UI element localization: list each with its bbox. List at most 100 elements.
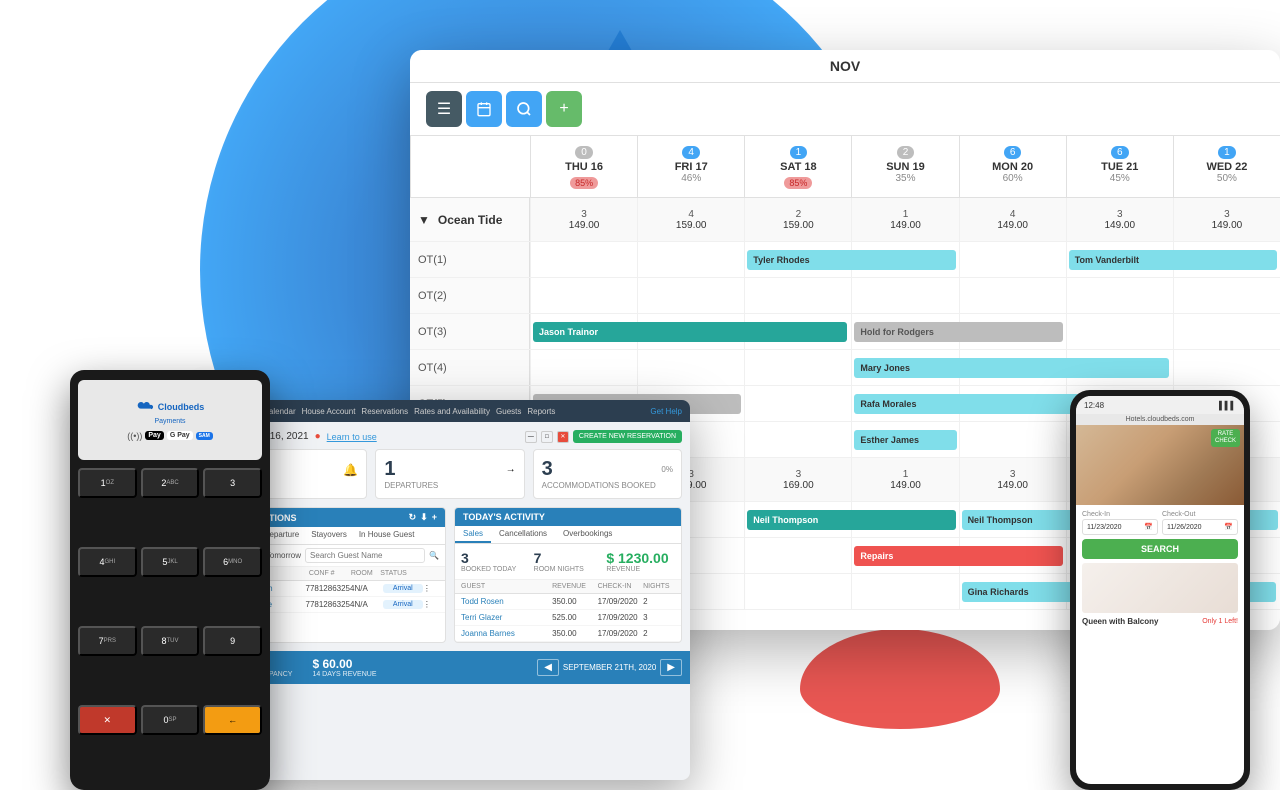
checkout-input[interactable]: 11/26/2020 📅 (1162, 519, 1238, 535)
act-revenue-terri: 525.00 (552, 613, 598, 622)
calendar-days-header: 0 THU 16 85% 4 FRI 17 46% 1 SAT 18 85% 2… (410, 136, 1280, 198)
action-erik[interactable]: ⋮ (423, 600, 439, 609)
cell-ot2-sun19 (851, 278, 958, 313)
key-7[interactable]: 7PRS (78, 626, 137, 656)
create-reservation-button[interactable]: CREATE NEW RESERVATION (573, 430, 682, 443)
act-guest-terri[interactable]: Terri Glazer (461, 613, 552, 622)
tab-in-house[interactable]: In House Guest (353, 527, 421, 544)
cloudbeds-cloud-icon (136, 400, 156, 414)
cell-ot2-wed22 (1173, 278, 1280, 313)
checkout-date-value: 11/26/2020 (1167, 524, 1202, 531)
conf-erik: 77812863254 (306, 600, 355, 609)
occ-badge-sat18: 85% (784, 177, 812, 189)
reservation-repairs[interactable]: Repairs (854, 546, 1062, 566)
pms-nav-rates[interactable]: Rates and Availability (414, 407, 490, 416)
key-3[interactable]: 3 (203, 468, 262, 498)
act-revenue-todd: 350.00 (552, 597, 598, 606)
key-6[interactable]: 6MNO (203, 547, 262, 577)
day-name-sun19: SUN 19 (856, 161, 954, 173)
activity-tab-overbookings[interactable]: Overbookings (555, 526, 620, 543)
cell-ot4-thu16 (530, 350, 637, 385)
accommodations-stat-card: 3 0% ACCOMMODATIONS BOOKED (533, 449, 682, 499)
departures-arrow-icon[interactable]: → (506, 464, 516, 475)
pms-close-btn[interactable]: ✕ (557, 431, 569, 443)
reservations-refresh-icon[interactable]: ↻ (409, 512, 417, 523)
day-pct-mon20: 60% (964, 173, 1062, 184)
cell-ot1-mon20 (959, 242, 1066, 277)
pms-minimize-btn[interactable]: — (525, 431, 537, 443)
cell-ot4-sat18 (744, 350, 851, 385)
action-emmy[interactable]: ⋮ (423, 584, 439, 593)
key-1[interactable]: 1OZ (78, 468, 137, 498)
key-2[interactable]: 2ABC (141, 468, 200, 498)
checkin-field: Check-In 11/23/2020 📅 (1082, 511, 1158, 535)
mobile-time: 12:48 (1084, 401, 1104, 410)
pms-status-indicator: ● (315, 431, 321, 442)
calendar-toolbar: ☰ + (410, 83, 1280, 136)
menu-button[interactable]: ☰ (426, 91, 462, 127)
cell-ot3-wed22 (1173, 314, 1280, 349)
key-cancel[interactable]: ✕ (78, 705, 137, 735)
stat-booked-today: 3 BOOKED TODAY (461, 550, 530, 573)
guest-search-input[interactable] (305, 548, 425, 563)
day-pct-fri17: 46% (642, 173, 740, 184)
pms-maximize-btn[interactable]: □ (541, 431, 553, 443)
cell-ot2-mon20 (959, 278, 1066, 313)
day-col-mon20: 6 MON 20 60% (959, 136, 1066, 197)
act-nights-terri: 3 (643, 613, 675, 622)
date-nav-next-button[interactable]: ▶ (660, 659, 682, 676)
act-guest-joanna[interactable]: Joanna Barnes (461, 629, 552, 638)
key-0[interactable]: 0SP (141, 705, 200, 735)
pms-learn-link[interactable]: Learn to use (327, 432, 377, 442)
pms-nav-reservations[interactable]: Reservations (361, 407, 408, 416)
rate-check-button[interactable]: RATECHECK (1211, 429, 1240, 447)
calendar-view-button[interactable] (466, 91, 502, 127)
key-9[interactable]: 9 (203, 626, 262, 656)
pms-nav-reports[interactable]: Reports (527, 407, 555, 416)
activity-tab-sales[interactable]: Sales (455, 526, 491, 543)
act-checkin-joanna: 17/09/2020 (598, 629, 644, 638)
terminal-payment-methods: ((•)) Pay G Pay SAM (127, 431, 213, 441)
reservations-download-icon[interactable]: ⬇ (420, 512, 428, 523)
revenue-number: $ 1230.00 (606, 550, 675, 566)
pms-date-bar: September 16, 2021 ● Learn to use — □ ✕ … (218, 430, 682, 443)
mobile-search-button[interactable]: SEARCH (1082, 539, 1238, 559)
search-icon[interactable]: 🔍 (429, 551, 439, 560)
activity-tab-cancellations[interactable]: Cancellations (491, 526, 555, 543)
reservation-mary-jones[interactable]: Mary Jones (854, 358, 1168, 378)
search-button[interactable] (506, 91, 542, 127)
day-badge-sat18: 1 (790, 146, 808, 159)
section-price-tue21: 3149.00 (1066, 198, 1173, 241)
arrivals-bell-icon[interactable]: 🔔 (343, 463, 358, 477)
cell-neil-mon20: Neil Thompson (959, 502, 1066, 537)
pms-nav-house[interactable]: House Account (302, 407, 356, 416)
key-backspace[interactable]: ← (203, 705, 262, 735)
terminal-brand-name: Cloudbeds (158, 402, 205, 412)
reservation-hold-rodgers[interactable]: Hold for Rodgers (854, 322, 1062, 342)
pms-help-link[interactable]: Get Help (650, 407, 682, 416)
terminal-brand-sub: Payments (154, 418, 185, 425)
reservations-add-icon[interactable]: + (432, 512, 437, 523)
key-8[interactable]: 8TUV (141, 626, 200, 656)
reservation-tom-vanderbilt[interactable]: Tom Vanderbilt (1069, 250, 1277, 270)
terminal-display-screen: Cloudbeds Payments ((•)) Pay G Pay SAM (78, 380, 262, 460)
activity-title: TODAY'S ACTIVITY (463, 512, 545, 522)
reservation-tyler-rhodes[interactable]: Tyler Rhodes (747, 250, 955, 270)
pms-nav-guests[interactable]: Guests (496, 407, 521, 416)
stat-room-nights: 7 ROOM NIGHTS (534, 550, 603, 573)
reservation-esther-james[interactable]: Esther James (854, 430, 956, 450)
act-guest-todd[interactable]: Todd Rosen (461, 597, 552, 606)
cell-ot2-thu16 (530, 278, 637, 313)
date-fields-row: Check-In 11/23/2020 📅 Check-Out 11/26/20… (1082, 511, 1238, 535)
col-header-status: STATUS (380, 570, 422, 577)
reservation-jason-trainor[interactable]: Jason Trainor (533, 322, 847, 342)
key-5[interactable]: 5JKL (141, 547, 200, 577)
add-button[interactable]: + (546, 91, 582, 127)
reservation-neil-thompson-1[interactable]: Neil Thompson (747, 510, 955, 530)
checkin-input[interactable]: 11/23/2020 📅 (1082, 519, 1158, 535)
tab-stayovers[interactable]: Stayovers (305, 527, 353, 544)
cell-ot4-sun19: Mary Jones (851, 350, 958, 385)
date-nav-prev-button[interactable]: ◀ (537, 659, 559, 676)
key-4[interactable]: 4GHI (78, 547, 137, 577)
act-col-checkin: CHECK-IN (598, 583, 644, 590)
